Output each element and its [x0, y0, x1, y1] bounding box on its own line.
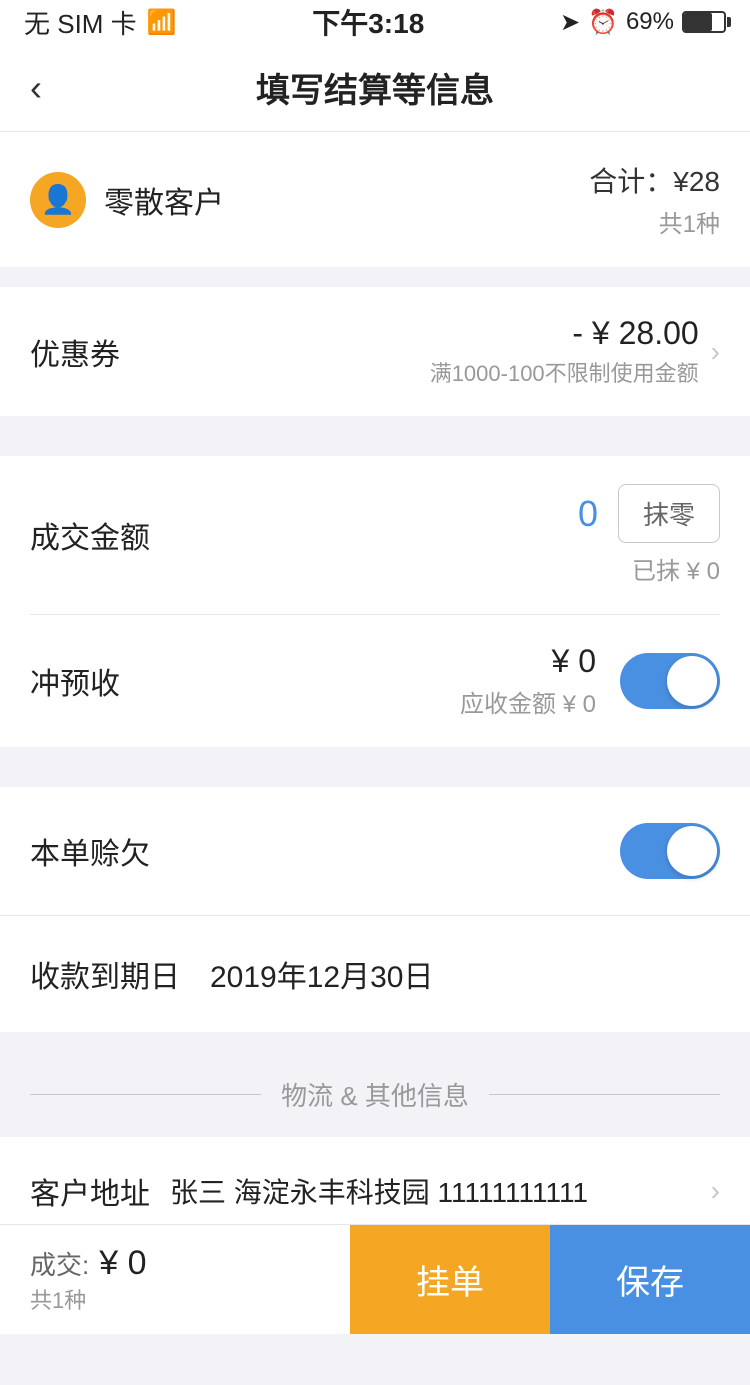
- coupon-info: - ¥ 28.00 满1000-100不限制使用金额: [430, 315, 699, 388]
- pre-receive-amount: ¥ 0: [460, 643, 596, 680]
- page-title: 填写结算等信息: [256, 63, 494, 112]
- bottom-bar: 成交: ¥ 0 共1种 挂单 保存: [0, 1224, 750, 1334]
- address-chevron-icon: ›: [711, 1175, 720, 1207]
- nav-bar: ‹ 填写结算等信息: [0, 44, 750, 132]
- due-date-value: 2019年12月30日: [210, 952, 433, 996]
- pre-receive-toggle[interactable]: [620, 653, 720, 709]
- pre-receive-label: 冲预收: [30, 659, 120, 703]
- logistics-line-right: [489, 1094, 720, 1095]
- due-date-label: 收款到期日: [30, 952, 180, 996]
- pre-receive-sub: 应收金额 ¥ 0: [460, 684, 596, 719]
- logistics-title: 物流 & 其他信息: [281, 1076, 469, 1113]
- bottom-count: 共1种: [30, 1283, 320, 1315]
- logistics-header: 物流 & 其他信息: [0, 1052, 750, 1137]
- section-gap-2: [0, 767, 750, 787]
- toggle-knob: [667, 656, 717, 706]
- coupon-row[interactable]: 优惠券 - ¥ 28.00 满1000-100不限制使用金额 ›: [0, 287, 750, 416]
- credit-toggle[interactable]: [620, 823, 720, 879]
- credit-row: 本单赊欠: [0, 787, 750, 915]
- address-label: 客户地址: [30, 1169, 150, 1213]
- total-amount: 合计：¥28: [589, 160, 720, 200]
- deal-amount-value: 0: [578, 493, 598, 535]
- carrier-label: 无 SIM 卡: [24, 4, 137, 41]
- bottom-deal-label: 成交:: [30, 1245, 89, 1282]
- logistics-line-left: [30, 1094, 261, 1095]
- coupon-label: 优惠券: [30, 330, 120, 374]
- battery-label: 69%: [626, 8, 674, 36]
- deal-amount-right: 0 抹零 已抹 ¥ 0: [578, 484, 720, 586]
- battery-icon: [682, 11, 726, 33]
- bottom-deal-row: 成交: ¥ 0: [30, 1244, 320, 1283]
- bottom-deal-amount: ¥ 0: [99, 1244, 146, 1283]
- customer-left: 👤 零散客户: [30, 172, 224, 228]
- due-date-row: 收款到期日 2019年12月30日: [0, 915, 750, 1032]
- pre-receive-right: ¥ 0 应收金额 ¥ 0: [460, 643, 720, 719]
- pending-button[interactable]: 挂单: [350, 1225, 550, 1334]
- total-count: 共1种: [589, 204, 720, 239]
- status-time: 下午3:18: [312, 2, 424, 42]
- coupon-discount: - ¥ 28.00: [430, 315, 699, 352]
- deal-already-rounded: 已抹 ¥ 0: [632, 551, 720, 586]
- customer-right: 合计：¥28 共1种: [589, 160, 720, 239]
- pre-receive-info: ¥ 0 应收金额 ¥ 0: [460, 643, 596, 719]
- section-gap-1: [0, 436, 750, 456]
- chevron-right-icon: ›: [711, 336, 720, 368]
- deal-amount-card: 成交金额 0 抹零 已抹 ¥ 0 冲预收 ¥ 0 应收金额 ¥ 0: [0, 456, 750, 747]
- save-button[interactable]: 保存: [550, 1225, 750, 1334]
- customer-row: 👤 零散客户 合计：¥28 共1种: [0, 132, 750, 267]
- person-icon: 👤: [41, 183, 76, 216]
- customer-avatar: 👤: [30, 172, 86, 228]
- pre-receive-row: 冲预收 ¥ 0 应收金额 ¥ 0: [0, 615, 750, 747]
- customer-card: 👤 零散客户 合计：¥28 共1种: [0, 132, 750, 267]
- status-left: 无 SIM 卡 📶: [24, 4, 177, 41]
- wifi-icon: 📶: [147, 8, 177, 37]
- status-right: ➤ ⏰ 69%: [560, 8, 726, 37]
- location-icon: ➤: [560, 8, 580, 37]
- deal-amount-label: 成交金额: [30, 513, 150, 557]
- coupon-right: - ¥ 28.00 满1000-100不限制使用金额 ›: [430, 315, 720, 388]
- address-value: 张三 海淀永丰科技园 11111111111: [170, 1171, 711, 1211]
- customer-name: 零散客户: [104, 178, 224, 222]
- deal-amount-row: 成交金额 0 抹零 已抹 ¥ 0: [0, 456, 750, 614]
- status-bar: 无 SIM 卡 📶 下午3:18 ➤ ⏰ 69%: [0, 0, 750, 44]
- bottom-info: 成交: ¥ 0 共1种: [0, 1225, 350, 1334]
- content: 👤 零散客户 合计：¥28 共1种 优惠券 - ¥ 28.00 满1000-10…: [0, 132, 750, 1385]
- amount-row: 0 抹零: [578, 484, 720, 543]
- alarm-icon: ⏰: [588, 8, 618, 37]
- coupon-description: 满1000-100不限制使用金额: [430, 356, 699, 388]
- back-button[interactable]: ‹: [30, 67, 42, 109]
- credit-toggle-knob: [667, 826, 717, 876]
- coupon-card: 优惠券 - ¥ 28.00 满1000-100不限制使用金额 ›: [0, 287, 750, 416]
- credit-card: 本单赊欠 收款到期日 2019年12月30日: [0, 787, 750, 1032]
- round-button[interactable]: 抹零: [618, 484, 720, 543]
- credit-label: 本单赊欠: [30, 829, 150, 873]
